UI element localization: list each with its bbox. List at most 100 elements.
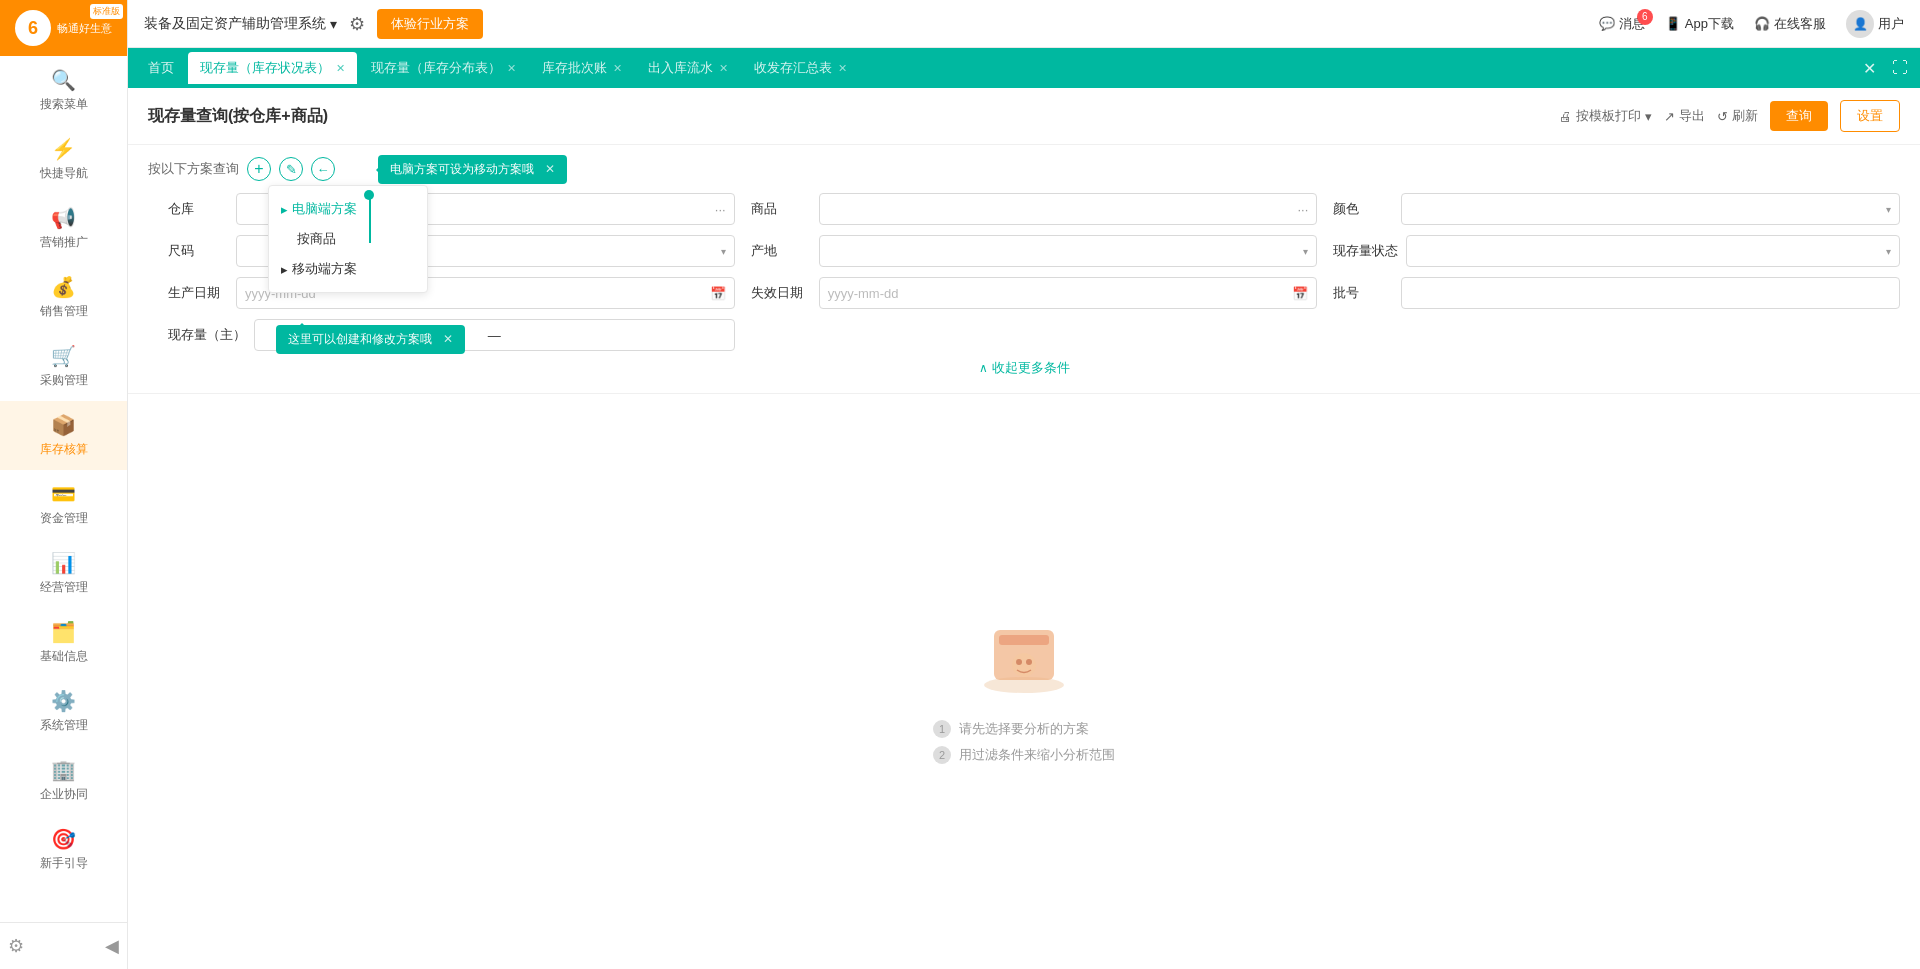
support-icon: 🎧 [1754, 16, 1770, 31]
sidebar-settings-icon[interactable]: ⚙ [8, 935, 24, 957]
sidebar-item-label: 经营管理 [40, 579, 88, 596]
scheme-tree-dropdown: ▸ 电脑端方案 按商品 ▸ 移动端方案 [268, 185, 428, 293]
tab-receive-summary-close[interactable]: ✕ [838, 62, 847, 75]
sidebar-item-marketing[interactable]: 📢 营销推广 [0, 194, 127, 263]
logo-text: 畅通好生意 [57, 21, 112, 35]
tab-inventory-status-close[interactable]: ✕ [336, 62, 345, 75]
tab-inventory-batch-label: 库存批次账 [542, 59, 607, 77]
online-support-btn[interactable]: 🎧 在线客服 [1754, 15, 1826, 33]
sidebar-item-enterprise[interactable]: 🏢 企业协同 [0, 746, 127, 815]
tab-inventory-status-label: 现存量（库存状况表） [200, 59, 330, 77]
sidebar-item-guide[interactable]: 🎯 新手引导 [0, 815, 127, 884]
page-content: 现存量查询(按仓库+商品) 🖨 按模板打印 ▾ ↗ 导出 ↺ 刷新 [128, 88, 1920, 969]
refresh-btn[interactable]: ↺ 刷新 [1717, 107, 1758, 125]
sidebar-item-quick-nav[interactable]: ⚡ 快捷导航 [0, 125, 127, 194]
sidebar-item-operation[interactable]: 📊 经营管理 [0, 539, 127, 608]
stock-status-select[interactable]: ▾ [1406, 235, 1900, 267]
app-download-label: App下载 [1685, 15, 1734, 33]
tooltip1-close-icon[interactable]: ✕ [545, 162, 555, 176]
stock-qty-max[interactable] [509, 328, 726, 343]
sidebar-item-search[interactable]: 🔍 搜索菜单 [0, 56, 127, 125]
tab-maximize-icon[interactable]: ⛶ [1888, 55, 1912, 82]
sidebar-item-basic[interactable]: 🗂️ 基础信息 [0, 608, 127, 677]
marketing-icon: 📢 [51, 206, 76, 230]
origin-select[interactable]: ▾ [819, 235, 1318, 267]
enterprise-icon: 🏢 [51, 758, 76, 782]
filter-field-goods: 商品 ··· [751, 193, 1318, 225]
add-scheme-btn[interactable]: + [247, 157, 271, 181]
sidebar-item-purchase[interactable]: 🛒 采购管理 [0, 332, 127, 401]
filter-field-expire-date: 失效日期 yyyy-mm-dd 📅 [751, 277, 1318, 309]
filter-label: 按以下方案查询 [148, 160, 239, 178]
scheme-tree-desktop-group[interactable]: ▸ 电脑端方案 [269, 194, 427, 224]
print-btn[interactable]: 🖨 按模板打印 ▾ [1559, 107, 1652, 125]
tab-in-out-flow[interactable]: 出入库流水 ✕ [636, 52, 740, 84]
tab-inventory-batch-close[interactable]: ✕ [613, 62, 622, 75]
connection-dot [364, 190, 374, 200]
tab-close-all-icon[interactable]: ✕ [1859, 55, 1880, 82]
collapse-icon: ∧ [979, 361, 988, 375]
tab-inventory-status[interactable]: 现存量（库存状况表） ✕ [188, 52, 357, 84]
scheme-tree-mobile-group[interactable]: ▸ 移动端方案 [269, 254, 427, 284]
export-btn[interactable]: ↗ 导出 [1664, 107, 1705, 125]
scheme-mobile-label: 移动端方案 [292, 260, 357, 278]
tab-inventory-batch[interactable]: 库存批次账 ✕ [530, 52, 634, 84]
sidebar-item-system[interactable]: ⚙️ 系统管理 [0, 677, 127, 746]
user-menu[interactable]: 👤 用户 [1846, 10, 1904, 38]
sidebar-item-sales[interactable]: 💰 销售管理 [0, 263, 127, 332]
scheme-tree-by-goods[interactable]: 按商品 [269, 224, 427, 254]
tab-inventory-dist[interactable]: 现存量（库存分布表） ✕ [359, 52, 528, 84]
stock-status-label: 现存量状态 [1333, 242, 1398, 260]
sidebar-collapse-icon[interactable]: ◀ [105, 935, 119, 957]
goods-input[interactable]: ··· [819, 193, 1318, 225]
system-name-dropdown[interactable]: 装备及固定资产辅助管理系统 ▾ [144, 15, 337, 33]
search-icon: 🔍 [51, 68, 76, 92]
settings-btn[interactable]: 设置 [1840, 100, 1900, 132]
edit-scheme-btn[interactable]: ✎ [279, 157, 303, 181]
empty-tip-1: 1 请先选择要分析的方案 [933, 720, 1115, 738]
warehouse-dots-icon: ··· [715, 202, 726, 217]
origin-label: 产地 [751, 242, 811, 260]
page-title-bar: 现存量查询(按仓库+商品) 🖨 按模板打印 ▾ ↗ 导出 ↺ 刷新 [128, 88, 1920, 145]
notification-btn[interactable]: 💬 消息 6 [1599, 15, 1645, 33]
sidebar-footer: ⚙ ◀ [0, 922, 127, 969]
settings-gear-icon[interactable]: ⚙ [349, 13, 365, 35]
tip-num-1: 1 [933, 720, 951, 738]
svg-rect-2 [999, 635, 1049, 645]
tab-home[interactable]: 首页 [136, 52, 186, 84]
expire-date-input[interactable]: yyyy-mm-dd 📅 [819, 277, 1318, 309]
sidebar: 6 畅通好生意 标准版 🔍 搜索菜单 ⚡ 快捷导航 📢 营销推广 💰 销售管理 … [0, 0, 128, 969]
user-label: 用户 [1878, 15, 1904, 33]
app-download-btn[interactable]: 📱 App下载 [1665, 15, 1734, 33]
finance-icon: 💳 [51, 482, 76, 506]
operation-icon: 📊 [51, 551, 76, 575]
inventory-icon: 📦 [51, 413, 76, 437]
tooltip2-close-icon[interactable]: ✕ [443, 332, 453, 346]
filter-field-prod-date: 生产日期 yyyy-mm-dd 📅 [168, 277, 735, 309]
batch-no-input[interactable] [1401, 277, 1900, 309]
color-label: 颜色 [1333, 200, 1393, 218]
size-label: 尺码 [168, 242, 228, 260]
tab-in-out-flow-close[interactable]: ✕ [719, 62, 728, 75]
color-select[interactable]: ▾ [1401, 193, 1900, 225]
tooltip2-text: 这里可以创建和修改方案哦 [288, 332, 432, 346]
sidebar-item-inventory[interactable]: 📦 库存核算 [0, 401, 127, 470]
tab-inventory-dist-close[interactable]: ✕ [507, 62, 516, 75]
online-support-label: 在线客服 [1774, 15, 1826, 33]
stock-qty-label: 现存量（主） [168, 326, 246, 344]
experience-btn[interactable]: 体验行业方案 [377, 9, 483, 39]
sidebar-item-finance[interactable]: 💳 资金管理 [0, 470, 127, 539]
query-btn[interactable]: 查询 [1770, 101, 1828, 131]
color-select-arrow: ▾ [1886, 204, 1891, 215]
header-right: 💬 消息 6 📱 App下载 🎧 在线客服 👤 用户 [1599, 10, 1904, 38]
svg-point-5 [1026, 659, 1032, 665]
export-label: 导出 [1679, 107, 1705, 125]
system-name-text: 装备及固定资产辅助管理系统 [144, 15, 326, 33]
sidebar-item-label: 新手引导 [40, 855, 88, 872]
tab-receive-summary[interactable]: 收发存汇总表 ✕ [742, 52, 859, 84]
collapse-filter-btn[interactable]: ∧ 收起更多条件 [148, 351, 1900, 381]
refresh-label: 刷新 [1732, 107, 1758, 125]
top-header: 装备及固定资产辅助管理系统 ▾ ⚙ 体验行业方案 💬 消息 6 📱 App下载 … [128, 0, 1920, 48]
prev-scheme-btn[interactable]: ← [311, 157, 335, 181]
print-dropdown-icon: ▾ [1645, 109, 1652, 124]
